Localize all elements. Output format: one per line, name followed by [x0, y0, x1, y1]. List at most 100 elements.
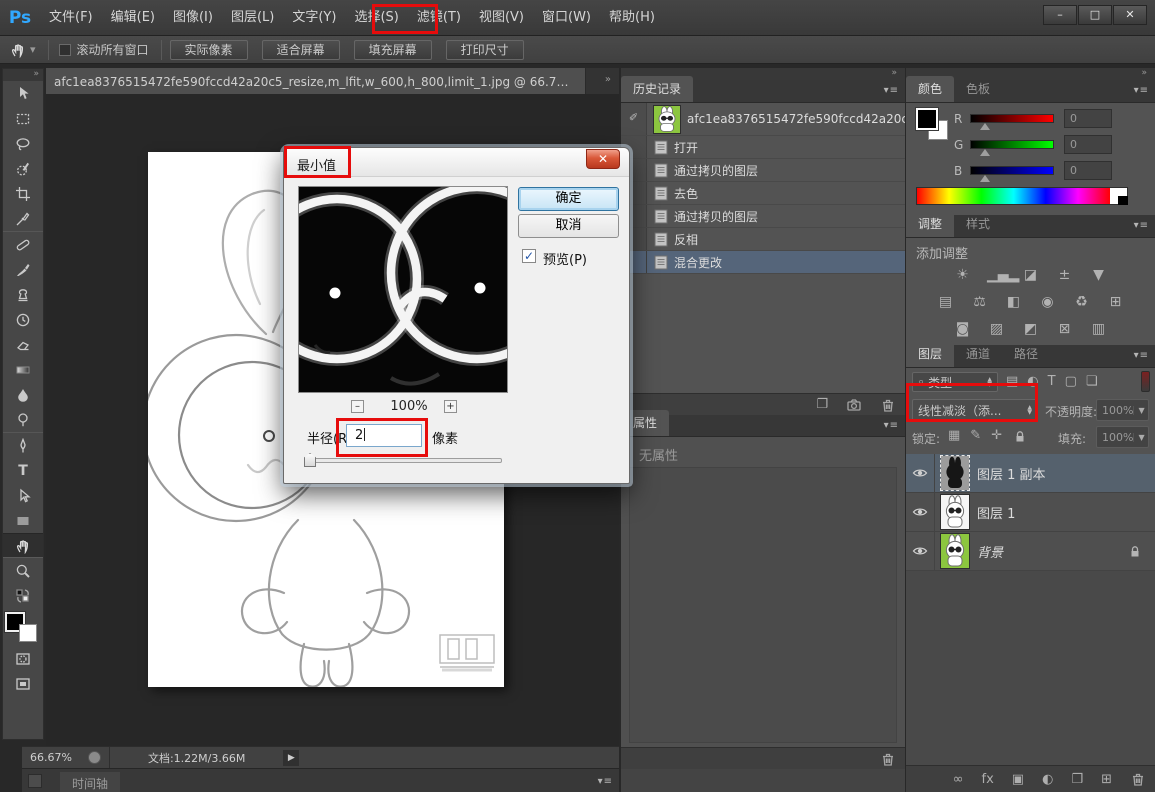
quick-mask-button[interactable]	[3, 646, 43, 671]
tools-collapse-icon[interactable]: »	[3, 69, 43, 81]
options-button[interactable]: 实际像素	[170, 40, 248, 60]
lock-all-icon[interactable]	[1012, 428, 1028, 444]
tab-timeline[interactable]: 时间轴	[60, 772, 120, 792]
menu-w[interactable]: 窗口(W)	[533, 0, 600, 36]
hand-tool[interactable]	[3, 533, 43, 558]
status-expand-icon[interactable]: ▶	[283, 750, 299, 766]
lock-transparent-icon[interactable]: ▦	[948, 428, 960, 444]
layer-thumbnail[interactable]	[941, 456, 969, 490]
filter-type-layers-icon[interactable]: T	[1048, 374, 1056, 389]
filter-preview[interactable]	[298, 186, 508, 393]
history-brush-source-well[interactable]: ✐	[621, 103, 647, 135]
layer-row-2[interactable]: 背景	[906, 532, 1155, 571]
layer-thumbnail[interactable]	[941, 495, 969, 529]
menu-e[interactable]: 编辑(E)	[102, 0, 164, 36]
new-snapshot-icon[interactable]	[846, 397, 862, 413]
channel-g-slider[interactable]: G0	[954, 135, 1112, 154]
new-adjustment-layer-icon[interactable]: ◐	[1042, 772, 1053, 787]
history-step-2[interactable]: 去色	[621, 182, 905, 205]
menu-y[interactable]: 文字(Y)	[283, 0, 345, 36]
new-document-from-state-icon[interactable]: ❐	[816, 397, 828, 412]
black-white-icon[interactable]: ◧	[1004, 293, 1023, 311]
layer-style-fx-icon[interactable]: fx	[982, 772, 994, 787]
color-spectrum-ramp[interactable]	[916, 187, 1128, 205]
ok-button[interactable]: 确定	[518, 187, 619, 211]
history-step-0[interactable]: 打开	[621, 136, 905, 159]
layer-visibility-toggle[interactable]	[906, 454, 935, 492]
background-color-swatch[interactable]	[19, 624, 37, 642]
photo-filter-icon[interactable]: ◉	[1038, 293, 1057, 311]
dodge-tool[interactable]	[3, 407, 43, 432]
type-tool[interactable]: T	[3, 458, 43, 483]
layer-row-1[interactable]: 图层 1	[906, 493, 1155, 532]
tool-preset-chevron-icon[interactable]: ▾	[30, 43, 36, 56]
preview-zoom-out-button[interactable]: –	[351, 400, 364, 413]
history-menu-icon[interactable]: ▾≡	[884, 85, 899, 96]
adjustments-menu-icon[interactable]: ▾≡	[1134, 220, 1149, 231]
move-tool[interactable]	[3, 81, 43, 106]
threshold-icon[interactable]: ◩	[1021, 320, 1040, 338]
zoom-tool[interactable]	[3, 558, 43, 583]
layer-row-0[interactable]: 图层 1 副本	[906, 454, 1155, 493]
preview-checkbox[interactable]: ✓	[522, 249, 536, 263]
delete-state-icon[interactable]	[880, 397, 896, 413]
selective-color-icon[interactable]: ⊠	[1055, 320, 1074, 338]
color-tab-1[interactable]: 色板	[954, 76, 1002, 102]
layers-tab-0[interactable]: 图层	[906, 341, 954, 367]
options-button[interactable]: 填充屏幕	[354, 40, 432, 60]
foreground-background-swatches[interactable]	[3, 608, 43, 646]
gradient-map-icon[interactable]: ▥	[1089, 320, 1108, 338]
history-step-5[interactable]: 混合更改	[621, 251, 905, 274]
eraser-tool[interactable]	[3, 332, 43, 357]
filter-smart-objects-icon[interactable]: ❏	[1086, 374, 1098, 389]
hand-tool-icon[interactable]	[10, 42, 26, 58]
zoom-level[interactable]: 66.67%	[22, 751, 80, 764]
properties-menu-icon[interactable]: ▾≡	[884, 420, 899, 431]
invert-icon[interactable]: ◙	[953, 320, 972, 338]
path-select-tool[interactable]	[3, 483, 43, 508]
lock-pixels-icon[interactable]: ✎	[970, 428, 981, 444]
color-tab-0[interactable]: 颜色	[906, 76, 954, 102]
history-step-4[interactable]: 反相	[621, 228, 905, 251]
crop-tool[interactable]	[3, 181, 43, 206]
radius-slider-thumb[interactable]	[304, 453, 316, 467]
eyedropper-tool[interactable]	[3, 206, 43, 231]
layers-tab-2[interactable]: 路径	[1002, 341, 1050, 367]
screen-mode-button[interactable]	[3, 671, 43, 696]
radius-slider[interactable]	[304, 458, 502, 463]
delete-layer-icon[interactable]	[1130, 771, 1146, 787]
menu-v[interactable]: 视图(V)	[470, 0, 533, 36]
shape-tool[interactable]	[3, 508, 43, 533]
preview-zoom-in-button[interactable]: +	[444, 400, 457, 413]
cancel-button[interactable]: 取消	[518, 214, 619, 238]
document-tab[interactable]: afc1ea8376515472fe590fccd42a20c5_resize,…	[46, 68, 586, 94]
fill-value[interactable]: 100%▼	[1096, 426, 1149, 448]
menu-f[interactable]: 文件(F)	[40, 0, 102, 36]
quick-select-tool[interactable]	[3, 156, 43, 181]
layers-tab-1[interactable]: 通道	[954, 341, 1002, 367]
healing-tool[interactable]	[3, 232, 43, 257]
menu-l[interactable]: 图层(L)	[222, 0, 283, 36]
timeline-menu-icon[interactable]: ▾≡	[598, 776, 613, 787]
menu-h[interactable]: 帮助(H)	[600, 0, 664, 36]
color-foreground-swatch[interactable]	[916, 108, 938, 130]
layer-filter-toggle[interactable]	[1141, 371, 1150, 392]
brush-tool[interactable]	[3, 257, 43, 282]
history-step-3[interactable]: 通过拷贝的图层	[621, 205, 905, 228]
clone-stamp-tool[interactable]	[3, 282, 43, 307]
dialog-close-button[interactable]: ✕	[586, 149, 620, 169]
swap-colors-icon[interactable]	[3, 583, 43, 608]
layer-visibility-toggle[interactable]	[906, 532, 935, 570]
minimize-button[interactable]: –	[1043, 5, 1077, 25]
spectrum-black-swatch[interactable]	[1118, 196, 1128, 205]
new-group-icon[interactable]: ❒	[1071, 772, 1083, 787]
tab-overflow-icon[interactable]: »	[597, 68, 619, 94]
vibrance-icon[interactable]: ▼	[1089, 266, 1108, 284]
blur-tool[interactable]	[3, 382, 43, 407]
lasso-tool[interactable]	[3, 131, 43, 156]
channel-r-slider[interactable]: R0	[954, 109, 1112, 128]
channel-mixer-icon[interactable]: ♻	[1072, 293, 1091, 311]
adjustments-tab-0[interactable]: 调整	[906, 211, 954, 237]
adjustments-tab-1[interactable]: 样式	[954, 211, 1002, 237]
maximize-button[interactable]: □	[1078, 5, 1112, 25]
